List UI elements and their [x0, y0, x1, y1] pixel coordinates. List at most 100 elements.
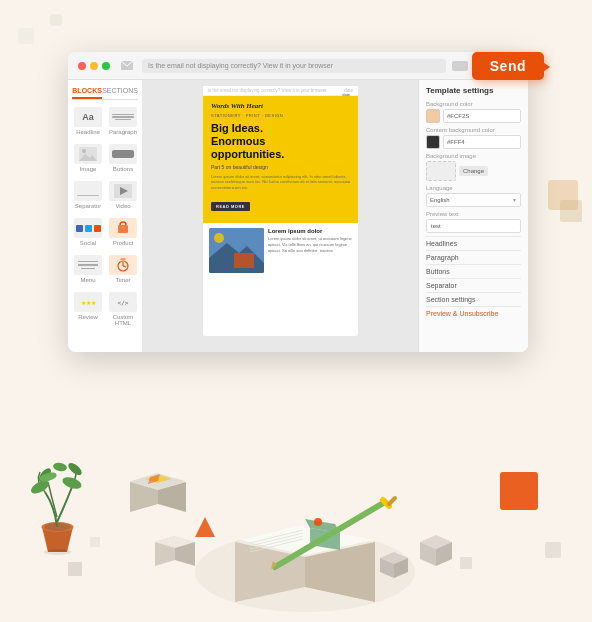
email-col-text: Lorem ipsum dolor Lorem ipsum dolor sit …: [268, 228, 352, 273]
send-arrow-decoration: [540, 60, 550, 74]
svg-point-49: [52, 462, 67, 472]
bg-color-input[interactable]: #FCF2S: [443, 109, 521, 123]
content-bg-input[interactable]: #FFF4: [443, 135, 521, 149]
svg-marker-32: [380, 558, 394, 578]
svg-rect-40: [545, 542, 561, 558]
divider-6: [426, 306, 521, 307]
menu-icon: [74, 255, 102, 275]
nav-btn-1[interactable]: [452, 61, 468, 71]
block-menu[interactable]: Menu: [72, 252, 104, 286]
block-timer[interactable]: Timer: [107, 252, 139, 286]
svg-marker-36: [436, 542, 452, 566]
content-bg-row: #FFF4: [426, 135, 521, 149]
block-review[interactable]: ★★★ Review: [72, 289, 104, 329]
social-label: Social: [80, 240, 96, 246]
sidebar-right: Template settings Background color #FCF2…: [418, 80, 528, 352]
svg-marker-29: [175, 542, 195, 566]
svg-line-18: [383, 500, 389, 506]
svg-rect-57: [118, 225, 128, 233]
email-icon: [120, 59, 134, 73]
settings-link-headlines[interactable]: Headlines: [426, 240, 521, 247]
svg-marker-26: [148, 474, 160, 484]
preview-text-input[interactable]: test: [426, 219, 521, 233]
review-label: Review: [78, 314, 98, 320]
svg-line-10: [250, 530, 303, 543]
svg-marker-9: [240, 525, 373, 555]
settings-link-preview-unsubscribe[interactable]: Preview & Unsubscribe: [426, 310, 521, 317]
minimize-dot[interactable]: [90, 62, 98, 70]
image-icon: [74, 144, 102, 164]
timer-label: Timer: [115, 277, 130, 283]
image-label: Image: [80, 166, 97, 172]
tab-sections[interactable]: SECTIONS: [102, 84, 138, 99]
bg-color-label: Background color: [426, 101, 521, 107]
menu-label: Menu: [80, 277, 95, 283]
svg-marker-7: [235, 527, 375, 557]
block-video[interactable]: Video: [107, 178, 139, 212]
email-preview-hint: is the email not displaying correctly? V…: [208, 88, 327, 93]
email-two-col: Lorem ipsum dolor Lorem ipsum dolor sit …: [203, 223, 358, 278]
svg-marker-35: [420, 542, 436, 566]
email-subtitle: Part 5 on beautiful design: [211, 164, 350, 170]
custom-html-label: Custom HTML: [109, 314, 137, 326]
svg-rect-4: [560, 200, 582, 222]
settings-link-section[interactable]: Section settings: [426, 296, 521, 303]
read-more-button[interactable]: READ MORE: [211, 202, 250, 211]
svg-point-47: [66, 461, 83, 477]
custom-html-icon: </>: [109, 292, 137, 312]
svg-point-5: [195, 532, 415, 612]
email-logo: Words With Heart: [211, 102, 283, 110]
address-bar: Is the email not displaying correctly? V…: [142, 59, 446, 73]
svg-rect-1: [18, 28, 34, 44]
svg-rect-38: [68, 562, 82, 576]
settings-link-separator[interactable]: Separator: [426, 282, 521, 289]
block-headline[interactable]: Aa Headline: [72, 104, 104, 138]
svg-line-11: [250, 533, 303, 546]
block-custom-html[interactable]: </> Custom HTML: [107, 289, 139, 329]
settings-link-buttons[interactable]: Buttons: [426, 268, 521, 275]
block-separator[interactable]: Separator: [72, 178, 104, 212]
change-image-button[interactable]: Change: [459, 166, 488, 176]
language-select[interactable]: English ▼: [426, 193, 521, 207]
video-label: Video: [115, 203, 130, 209]
svg-marker-34: [420, 535, 452, 549]
maximize-dot[interactable]: [102, 62, 110, 70]
settings-link-paragraph[interactable]: Paragraph: [426, 254, 521, 261]
send-button[interactable]: Send: [472, 52, 544, 80]
svg-marker-31: [380, 552, 408, 564]
block-buttons[interactable]: Buttons: [107, 141, 139, 175]
svg-line-20: [389, 498, 395, 504]
block-image[interactable]: Image: [72, 141, 104, 175]
block-product[interactable]: Product: [107, 215, 139, 249]
svg-marker-28: [155, 536, 195, 548]
divider-1: [426, 236, 521, 237]
svg-marker-23: [158, 482, 186, 512]
settings-title: Template settings: [426, 86, 521, 95]
main-content: BLOCKS SECTIONS Aa Headline Paragraph: [68, 80, 528, 352]
block-social[interactable]: Social: [72, 215, 104, 249]
language-select-arrow: ▼: [512, 197, 517, 203]
tab-blocks[interactable]: BLOCKS: [72, 84, 102, 99]
product-label: Product: [113, 240, 134, 246]
email-preview: is the email not displaying correctly? V…: [143, 80, 418, 352]
block-grid: Aa Headline Paragraph Image: [72, 104, 138, 329]
buttons-icon: [109, 144, 137, 164]
email-date: date: [342, 92, 350, 97]
svg-point-64: [214, 233, 224, 243]
headline-label: Headline: [76, 129, 100, 135]
close-dot[interactable]: [78, 62, 86, 70]
content-bg-swatch[interactable]: [426, 135, 440, 149]
paragraph-label: Paragraph: [109, 129, 137, 135]
bg-color-swatch[interactable]: [426, 109, 440, 123]
svg-line-60: [123, 266, 126, 267]
app-window: Is the email not displaying correctly? V…: [68, 52, 528, 352]
block-paragraph[interactable]: Paragraph: [107, 104, 139, 138]
paragraph-icon: [109, 107, 137, 127]
svg-point-16: [314, 518, 322, 526]
svg-marker-21: [130, 474, 158, 512]
review-icon: ★★★: [74, 292, 102, 312]
divider-4: [426, 278, 521, 279]
social-icon: [74, 218, 102, 238]
email-yellow-section: Words With Heart STATIONERY · PRINT · DE…: [203, 96, 358, 223]
separator-icon: [74, 181, 102, 201]
